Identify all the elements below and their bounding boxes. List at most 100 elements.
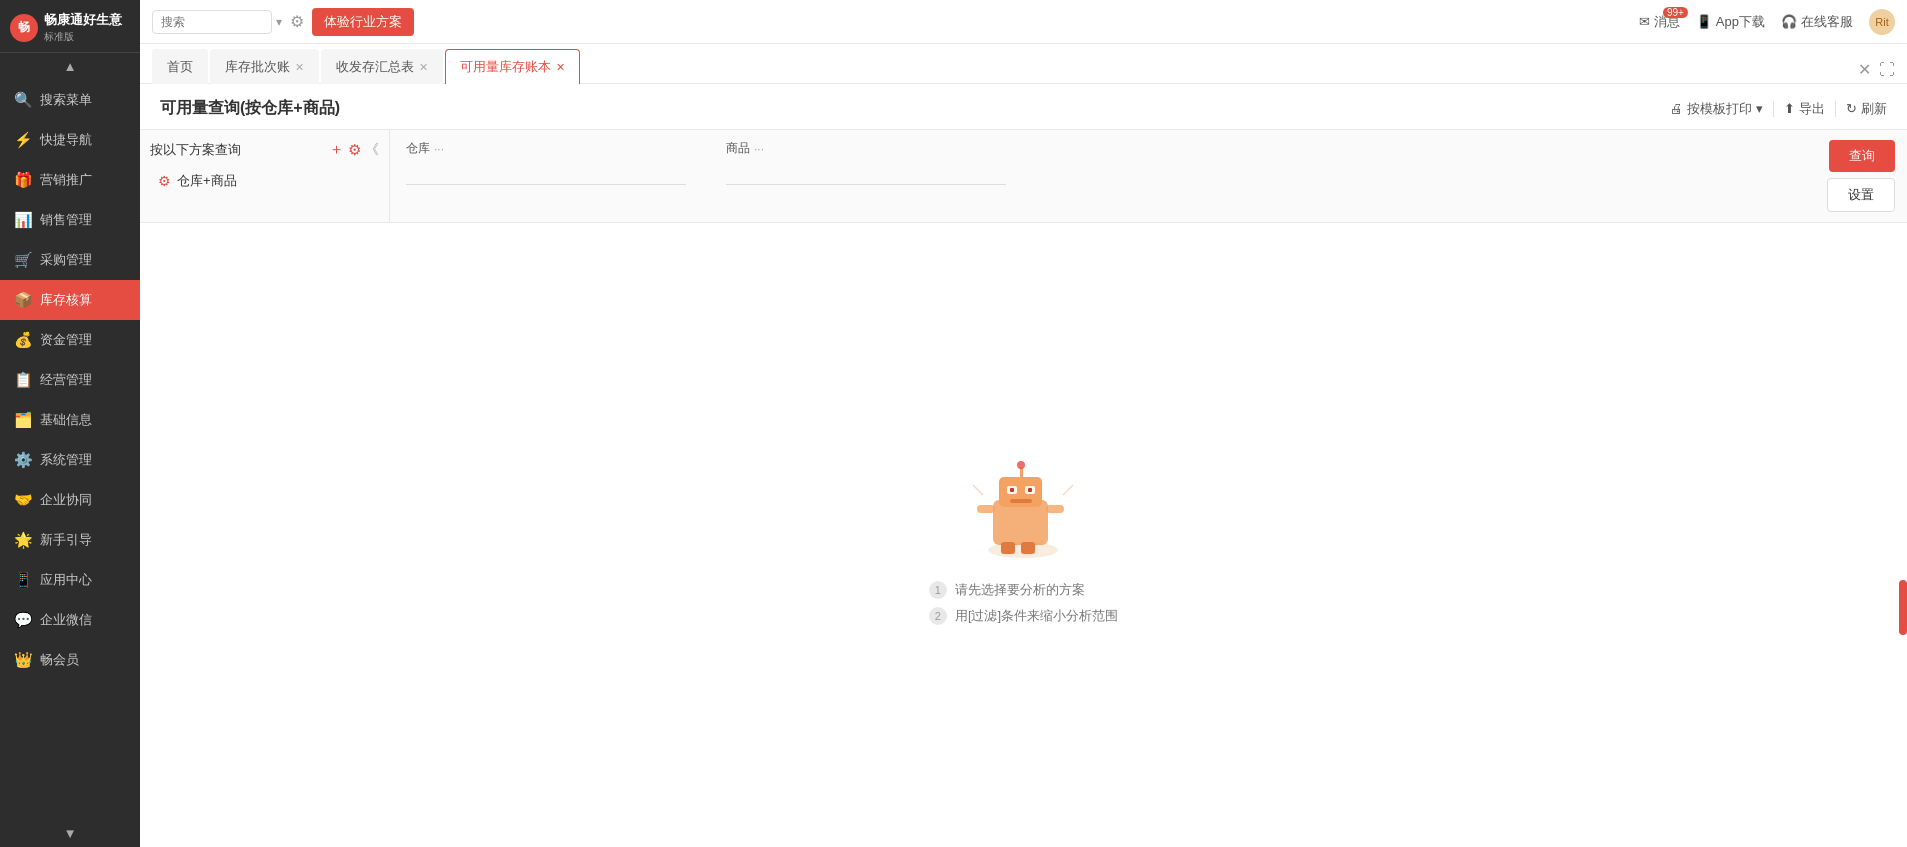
tab-0[interactable]: 首页 — [152, 49, 208, 84]
user-btn[interactable]: Rit — [1869, 9, 1895, 35]
sidebar-label-purchase: 采购管理 — [40, 251, 92, 269]
query-btn[interactable]: 查询 — [1829, 140, 1895, 172]
sidebar-label-appstore: 应用中心 — [40, 571, 92, 589]
chevron-down-icon[interactable]: ▾ — [276, 15, 282, 29]
refresh-btn[interactable]: ↻ 刷新 — [1846, 100, 1887, 118]
sidebar-icon-appstore: 📱 — [14, 571, 32, 589]
tab-3[interactable]: 可用量库存账本 ✕ — [445, 49, 580, 84]
sidebar-item-system[interactable]: ⚙️ 系统管理 — [0, 440, 140, 480]
hint-text-2: 用[过滤]条件来缩小分析范围 — [955, 607, 1118, 625]
sidebar-label-newbie: 新手引导 — [40, 531, 92, 549]
gear-icon[interactable]: ⚙ — [290, 12, 304, 31]
sidebar-item-purchase[interactable]: 🛒 采购管理 — [0, 240, 140, 280]
content-area: 可用量查询(按仓库+商品) 🖨 按模板打印 ▾ ⬆ 导出 — [140, 84, 1907, 847]
print-btn[interactable]: 🖨 按模板打印 ▾ — [1670, 100, 1763, 118]
sidebar-icon-operation: 📋 — [14, 371, 32, 389]
sidebar-item-collab[interactable]: 🤝 企业协同 — [0, 480, 140, 520]
logo-icon: 畅 — [10, 14, 38, 42]
search-input[interactable] — [152, 10, 272, 34]
sidebar-icon-quicknav: ⚡ — [14, 131, 32, 149]
sidebar-item-operation[interactable]: 📋 经营管理 — [0, 360, 140, 400]
print-chevron-icon[interactable]: ▾ — [1756, 101, 1763, 116]
sidebar-item-newbie[interactable]: 🌟 新手引导 — [0, 520, 140, 560]
message-btn[interactable]: ✉ 消息 99+ — [1639, 13, 1680, 31]
sidebar-label-inventory: 库存核算 — [40, 291, 92, 309]
filter-actions: 查询 设置 — [1815, 130, 1907, 222]
sidebar-item-search[interactable]: 🔍 搜索菜单 — [0, 80, 140, 120]
sidebar-label-basic: 基础信息 — [40, 411, 92, 429]
sidebar-item-basic[interactable]: 🗂️ 基础信息 — [0, 400, 140, 440]
svg-point-9 — [1017, 461, 1025, 469]
refresh-icon: ↻ — [1846, 101, 1857, 116]
message-icon: ✉ — [1639, 14, 1650, 29]
tab-list: 首页库存批次账✕ 收发存汇总表 ✕ 可用量库存账本 ✕ — [152, 49, 580, 83]
divider-2 — [1835, 101, 1836, 117]
goods-input[interactable] — [726, 161, 1006, 185]
svg-rect-7 — [1010, 499, 1032, 503]
goods-more-btn[interactable]: ··· — [754, 142, 764, 156]
sidebar-item-marketing[interactable]: 🎁 营销推广 — [0, 160, 140, 200]
tab-close-2[interactable]: ✕ — [419, 62, 428, 73]
goods-field-label: 商品 ··· — [726, 140, 1026, 157]
settings-btn[interactable]: 设置 — [1827, 178, 1895, 212]
filter-schemes-panel: 按以下方案查询 ＋ ⚙ 《 ⚙ 仓库+商品 — [140, 130, 390, 222]
sidebar-icon-inventory: 📦 — [14, 291, 32, 309]
sidebar-label-member: 畅会员 — [40, 651, 79, 669]
app-download-btn[interactable]: 📱 App下载 — [1696, 13, 1765, 31]
svg-rect-5 — [1010, 488, 1014, 492]
sidebar-scroll-down[interactable]: ▼ — [0, 820, 140, 847]
industry-btn[interactable]: 体验行业方案 — [312, 8, 414, 36]
collapse-panel-btn[interactable]: 《 — [365, 141, 379, 159]
scheme-item-0[interactable]: ⚙ 仓库+商品 — [150, 167, 379, 195]
svg-rect-12 — [1001, 542, 1015, 554]
manage-scheme-btn[interactable]: ⚙ — [348, 141, 361, 159]
page-header-row: 可用量查询(按仓库+商品) 🖨 按模板打印 ▾ ⬆ 导出 — [160, 98, 1887, 119]
tab-2[interactable]: 收发存汇总表 ✕ — [321, 49, 443, 84]
svg-line-15 — [1063, 485, 1073, 495]
sidebar-item-finance[interactable]: 💰 资金管理 — [0, 320, 140, 360]
tab-label-2: 收发存汇总表 — [336, 58, 414, 76]
sidebar-icon-finance: 💰 — [14, 331, 32, 349]
tab-1[interactable]: 库存批次账✕ — [210, 49, 319, 84]
tab-close-3[interactable]: ✕ — [556, 62, 565, 73]
sidebar-item-inventory[interactable]: 📦 库存核算 — [0, 280, 140, 320]
scheme-icon-0: ⚙ — [158, 173, 171, 189]
main-content: 1 请先选择要分析的方案 2 用[过滤]条件来缩小分析范围 — [140, 223, 1907, 847]
tab-close-1[interactable]: ✕ — [295, 62, 304, 73]
add-scheme-btn[interactable]: ＋ — [329, 140, 344, 159]
sidebar-label-quicknav: 快捷导航 — [40, 131, 92, 149]
sidebar-item-appstore[interactable]: 📱 应用中心 — [0, 560, 140, 600]
sidebar-icon-marketing: 🎁 — [14, 171, 32, 189]
warehouse-label-text: 仓库 — [406, 140, 430, 157]
sidebar-icon-sales: 📊 — [14, 211, 32, 229]
sidebar-icon-system: ⚙️ — [14, 451, 32, 469]
sidebar-item-member[interactable]: 👑 畅会员 — [0, 640, 140, 680]
hint-num-1: 1 — [929, 581, 947, 599]
service-btn[interactable]: 🎧 在线客服 — [1781, 13, 1853, 31]
empty-state: 1 请先选择要分析的方案 2 用[过滤]条件来缩小分析范围 — [929, 445, 1118, 625]
warehouse-input[interactable] — [406, 161, 686, 185]
sidebar-item-sales[interactable]: 📊 销售管理 — [0, 200, 140, 240]
sidebar-item-quicknav[interactable]: ⚡ 快捷导航 — [0, 120, 140, 160]
main-area: ▾ ⚙ 体验行业方案 ✉ 消息 99+ 📱 App下载 🎧 在线客服 — [140, 0, 1907, 847]
sidebar-scroll-up[interactable]: ▲ — [0, 53, 140, 80]
empty-svg-icon — [963, 445, 1083, 565]
close-all-btn[interactable]: ✕ — [1858, 60, 1871, 79]
sidebar-label-system: 系统管理 — [40, 451, 92, 469]
app-download-label: App下载 — [1716, 13, 1765, 31]
scroll-indicator[interactable] — [1899, 580, 1907, 635]
page-title: 可用量查询(按仓库+商品) — [160, 98, 340, 119]
refresh-label: 刷新 — [1861, 100, 1887, 118]
warehouse-more-btn[interactable]: ··· — [434, 142, 444, 156]
tab-label-3: 可用量库存账本 — [460, 58, 551, 76]
filter-scheme-header: 按以下方案查询 ＋ ⚙ 《 — [150, 140, 379, 159]
app-edition: 标准版 — [44, 30, 122, 44]
app-title: 畅康通好生意 — [44, 12, 122, 28]
export-btn[interactable]: ⬆ 导出 — [1784, 100, 1825, 118]
print-label: 按模板打印 — [1687, 100, 1752, 118]
expand-btn[interactable]: ⛶ — [1879, 61, 1895, 79]
sidebar-icon-search: 🔍 — [14, 91, 32, 109]
service-label: 在线客服 — [1801, 13, 1853, 31]
sidebar-header: 畅 畅康通好生意 标准版 — [0, 0, 140, 53]
sidebar-item-wechat[interactable]: 💬 企业微信 — [0, 600, 140, 640]
